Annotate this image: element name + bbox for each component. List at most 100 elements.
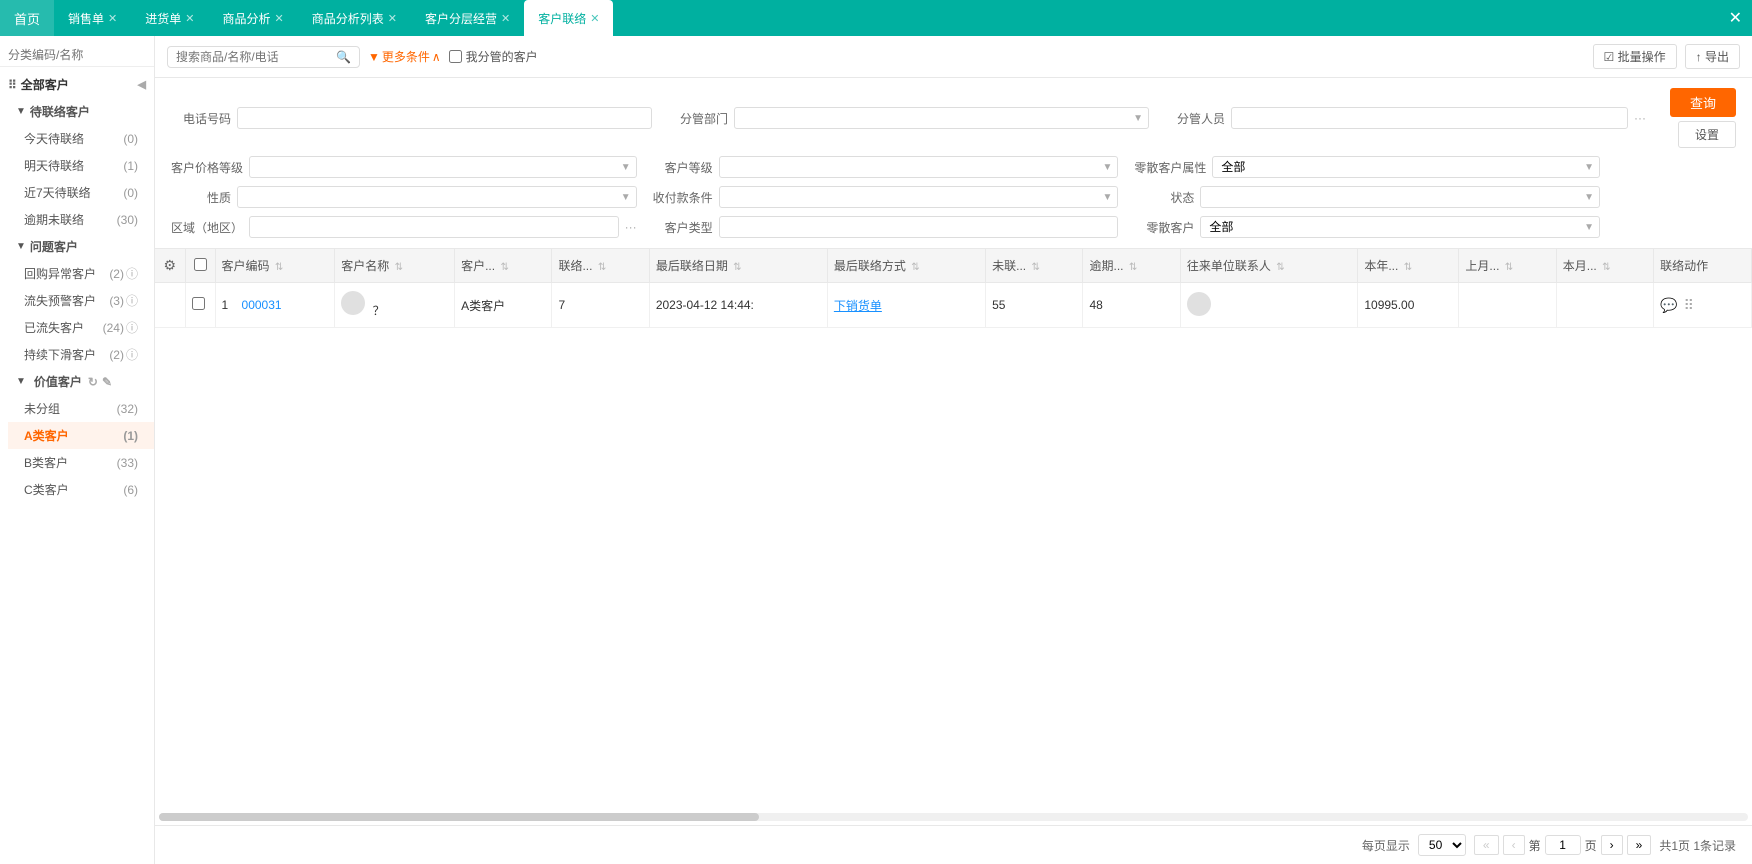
col-header-type[interactable]: 客户... ⇅ xyxy=(455,249,552,283)
next-page-btn[interactable]: › xyxy=(1601,835,1623,855)
my-customers-check[interactable] xyxy=(449,50,462,63)
col-header-code[interactable]: 客户编码 ⇅ xyxy=(215,249,335,283)
refresh-icon[interactable]: ↻ xyxy=(88,375,98,389)
dept-select[interactable] xyxy=(734,107,1149,129)
nav-tab-purchase[interactable]: 进货单 ✕ xyxy=(131,0,208,36)
query-btn[interactable]: 查询 xyxy=(1670,88,1736,117)
row-select-checkbox[interactable] xyxy=(192,297,205,310)
col-header-last-date[interactable]: 最后联络日期 ⇅ xyxy=(649,249,827,283)
phone-input[interactable] xyxy=(237,107,652,129)
col-header-contact[interactable]: 联络... ⇅ xyxy=(552,249,649,283)
checkbox-column-header[interactable] xyxy=(185,249,215,283)
region-input[interactable] xyxy=(249,216,619,238)
retail-attr-select-wrap: 全部 ▼ xyxy=(1212,156,1600,178)
status-select[interactable] xyxy=(1200,186,1600,208)
col-header-overdue[interactable]: 逾期... ⇅ xyxy=(1083,249,1180,283)
sidebar-search-input[interactable] xyxy=(8,48,155,62)
row-settings xyxy=(155,283,185,328)
row-last-method[interactable]: 下销货单 xyxy=(827,283,985,328)
manager-input[interactable] xyxy=(1231,107,1628,129)
filter-cell-retail: 零散客户 全部 ▼ xyxy=(1134,216,1616,238)
nav-tab-analysis[interactable]: 商品分析 ✕ xyxy=(208,0,297,36)
payment-select[interactable] xyxy=(719,186,1119,208)
price-grade-select[interactable] xyxy=(249,156,637,178)
more-dots-icon[interactable]: ··· xyxy=(1634,111,1646,125)
batch-operation-btn[interactable]: ☑ 批量操作 xyxy=(1593,44,1677,69)
close-analysis-list-tab[interactable]: ✕ xyxy=(388,12,397,25)
sidebar-item-declining[interactable]: 持续下滑客户 (2) ⓘ xyxy=(8,341,154,368)
export-btn[interactable]: ↑ 导出 xyxy=(1685,44,1740,69)
sidebar-item-class-b[interactable]: B类客户 (33) xyxy=(8,449,154,476)
retail-attr-select[interactable]: 全部 xyxy=(1212,156,1600,178)
payment-label: 收付款条件 xyxy=(653,189,713,206)
close-segment-tab[interactable]: ✕ xyxy=(501,12,510,25)
col-header-name[interactable]: 客户名称 ⇅ xyxy=(335,249,455,283)
horizontal-scrollbar[interactable] xyxy=(155,809,1752,825)
nav-tab-customer-contact[interactable]: 客户联络 ✕ xyxy=(524,0,613,36)
close-contact-tab[interactable]: ✕ xyxy=(590,12,599,25)
sidebar-item-tomorrow-contact[interactable]: 明天待联络 (1) xyxy=(8,152,154,179)
sidebar: 🔍 ⠿ 全部客户 ◀ ▼ 待联络客户 今天待联络 (0) 明天待联络 (1) 近… xyxy=(0,36,155,864)
nav-tab-analysis-list[interactable]: 商品分析列表 ✕ xyxy=(298,0,411,36)
page-number-input[interactable] xyxy=(1545,835,1581,855)
customer-type-select[interactable] xyxy=(719,216,1119,238)
sidebar-item-overdue-contact[interactable]: 逾期未联络 (30) xyxy=(8,206,154,233)
settings-btn[interactable]: 设置 xyxy=(1678,121,1736,148)
region-more-icon[interactable]: ··· xyxy=(625,220,637,234)
sidebar-pending-contact-title[interactable]: ▼ 待联络客户 xyxy=(8,98,154,125)
row-code[interactable]: 000031 xyxy=(242,298,282,312)
window-close-icon[interactable]: ✕ xyxy=(1729,8,1742,28)
first-page-btn[interactable]: « xyxy=(1474,835,1499,855)
gear-icon[interactable]: ⚙ xyxy=(163,257,176,273)
col-header-last-month[interactable]: 上月... ⇅ xyxy=(1459,249,1556,283)
col-header-company-contact[interactable]: 往来单位联系人 ⇅ xyxy=(1180,249,1358,283)
close-sales-tab[interactable]: ✕ xyxy=(108,12,117,25)
sidebar-item-7day-contact[interactable]: 近7天待联络 (0) xyxy=(8,179,154,206)
edit-icon[interactable]: ✎ xyxy=(102,375,112,389)
col-header-this-month[interactable]: 本月... ⇅ xyxy=(1556,249,1653,283)
row-checkbox[interactable] xyxy=(185,283,215,328)
sidebar-all-customers[interactable]: ⠿ 全部客户 ◀ xyxy=(0,71,154,98)
page-label: 第 xyxy=(1529,837,1541,854)
filter-cell-manager: 分管人员 ··· xyxy=(1165,107,1662,129)
col-header-uncontacted[interactable]: 未联... ⇅ xyxy=(986,249,1083,283)
main-search-input[interactable] xyxy=(176,50,336,64)
more-conditions-btn[interactable]: ▼ 更多条件 ∧ xyxy=(368,48,441,65)
sidebar-item-churn-warning[interactable]: 流失预警客户 (3) ⓘ xyxy=(8,287,154,314)
scrollbar-track[interactable] xyxy=(159,813,1748,821)
last-page-btn[interactable]: » xyxy=(1627,835,1652,855)
row-name[interactable]: ？ xyxy=(335,283,455,328)
nav-home[interactable]: 首页 xyxy=(0,0,54,36)
sidebar-item-today-contact[interactable]: 今天待联络 (0) xyxy=(8,125,154,152)
customer-grade-select[interactable] xyxy=(719,156,1119,178)
grid-action-icon[interactable]: ⠿ xyxy=(1684,297,1694,314)
close-purchase-tab[interactable]: ✕ xyxy=(185,12,194,25)
row-company-contact xyxy=(1180,283,1358,328)
close-analysis-tab[interactable]: ✕ xyxy=(275,12,284,25)
prev-page-btn[interactable]: ‹ xyxy=(1503,835,1525,855)
sidebar-problem-customers-title[interactable]: ▼ 问题客户 xyxy=(8,233,154,260)
col-header-action[interactable]: 联络动作 xyxy=(1654,249,1752,283)
nature-select[interactable] xyxy=(237,186,637,208)
sidebar-item-class-a[interactable]: A类客户 (1) xyxy=(8,422,154,449)
sidebar-value-customers-title[interactable]: ▼ 价值客户 ↻ ✎ xyxy=(8,368,154,395)
sidebar-item-unclassified[interactable]: 未分组 (32) xyxy=(8,395,154,422)
my-customers-checkbox[interactable]: 我分管的客户 xyxy=(449,48,538,65)
page-size-select[interactable]: 50 xyxy=(1418,834,1466,856)
nav-tab-customer-segment[interactable]: 客户分层经营 ✕ xyxy=(411,0,524,36)
arrow-down-icon: ▼ xyxy=(16,106,26,117)
col-header-this-year[interactable]: 本年... ⇅ xyxy=(1358,249,1459,283)
retail-select[interactable]: 全部 xyxy=(1200,216,1600,238)
scrollbar-thumb[interactable] xyxy=(159,813,759,821)
chat-icon[interactable]: 💬 xyxy=(1660,297,1677,314)
sidebar-item-class-c[interactable]: C类客户 (6) xyxy=(8,476,154,503)
search-icon[interactable]: 🔍 xyxy=(336,50,351,64)
sidebar-item-repurchase-abnormal[interactable]: 回购异常客户 (2) ⓘ xyxy=(8,260,154,287)
nav-tab-sales[interactable]: 销售单 ✕ xyxy=(54,0,131,36)
settings-column-header[interactable]: ⚙ xyxy=(155,249,185,283)
retail-attr-label: 零散客户属性 xyxy=(1134,159,1206,176)
sidebar-item-churned[interactable]: 已流失客户 (24) ⓘ xyxy=(8,314,154,341)
col-header-last-method[interactable]: 最后联络方式 ⇅ xyxy=(827,249,985,283)
select-all-checkbox[interactable] xyxy=(194,258,207,271)
last-method-link[interactable]: 下销货单 xyxy=(834,299,882,313)
